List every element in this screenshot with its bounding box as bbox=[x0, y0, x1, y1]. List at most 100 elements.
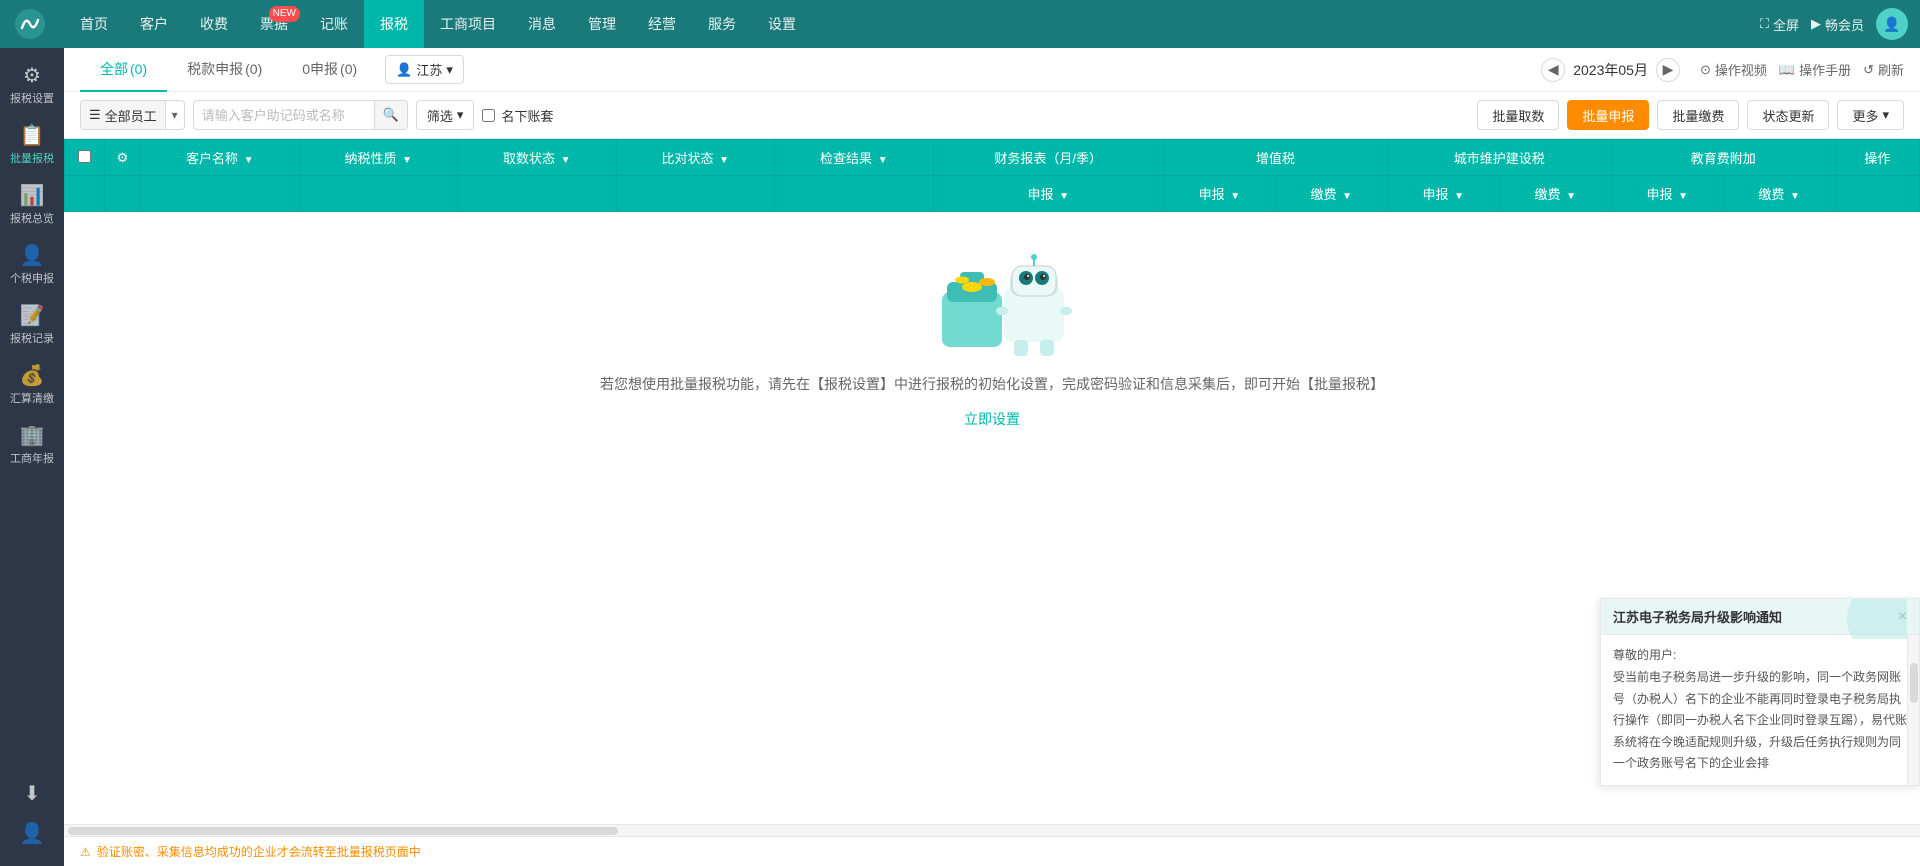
check-sort-icon[interactable]: ▼ bbox=[878, 155, 888, 166]
vat-declare-sort-icon[interactable]: ▼ bbox=[1230, 191, 1240, 202]
manual-link[interactable]: 📖 操作手册 bbox=[1779, 60, 1851, 79]
tab-all[interactable]: 全部 (0) bbox=[80, 48, 167, 92]
select-all-checkbox[interactable] bbox=[78, 150, 91, 163]
toolbar: ☰ 全部员工 ▾ 🔍 筛选 ▾ 名下账套 批量取数 批量申报 批量缴费 状态更新… bbox=[64, 92, 1920, 139]
status-update-btn[interactable]: 状态更新 bbox=[1747, 100, 1829, 130]
member-btn[interactable]: ▶ 畅会员 bbox=[1811, 15, 1864, 34]
refresh-btn[interactable]: ↺ 刷新 bbox=[1863, 60, 1904, 79]
tab-tax-declare[interactable]: 税款申报 (0) bbox=[167, 48, 282, 92]
search-box: 🔍 bbox=[193, 100, 408, 130]
th-operation: 操作 bbox=[1835, 140, 1919, 176]
search-button[interactable]: 🔍 bbox=[374, 101, 407, 129]
new-badge: NEW bbox=[269, 6, 300, 22]
scroll-thumb[interactable] bbox=[68, 827, 618, 835]
prev-month-btn[interactable]: ◀ bbox=[1541, 58, 1565, 82]
th-urban-pay: 缴费 ▼ bbox=[1499, 176, 1611, 212]
notification-scrollbar[interactable] bbox=[1907, 635, 1919, 785]
compare-sort-icon[interactable]: ▼ bbox=[719, 155, 729, 166]
nav-invoice[interactable]: 票据 NEW bbox=[244, 0, 304, 48]
fullscreen-btn[interactable]: ⛶ 全屏 bbox=[1760, 15, 1799, 34]
sidebar-item-annual-report[interactable]: 🏢 工商年报 bbox=[0, 416, 64, 476]
batch-tax-icon: 📋 bbox=[20, 126, 45, 146]
edu-declare-sort-icon[interactable]: ▼ bbox=[1678, 191, 1688, 202]
tax-type-sort-icon[interactable]: ▼ bbox=[402, 155, 412, 166]
account-checkbox[interactable] bbox=[482, 109, 495, 122]
video-link[interactable]: ⊙ 操作视频 bbox=[1700, 60, 1767, 79]
tax-overview-icon: 📊 bbox=[20, 186, 45, 206]
sidebar-item-batch-tax[interactable]: 📋 批量报税 bbox=[0, 116, 64, 176]
fullscreen-icon: ⛶ bbox=[1760, 16, 1769, 32]
batch-pay-btn[interactable]: 批量缴费 bbox=[1657, 100, 1739, 130]
th-urban-tax-group: 城市维护建设税 bbox=[1387, 140, 1611, 176]
vat-pay-sort-icon[interactable]: ▼ bbox=[1342, 191, 1352, 202]
setup-link[interactable]: 立即设置 bbox=[964, 409, 1020, 429]
urban-declare-sort-icon[interactable]: ▼ bbox=[1454, 191, 1464, 202]
top-nav: 首页 客户 收费 票据 NEW 记账 报税 工商项目 消息 管理 经营 服务 设… bbox=[0, 0, 1920, 48]
th-sub-empty4 bbox=[299, 176, 458, 212]
employee-icon: ☰ bbox=[89, 107, 101, 123]
filter-chevron-icon: ▾ bbox=[457, 107, 464, 123]
toolbar-right: 批量取数 批量申报 批量缴费 状态更新 更多 ▾ bbox=[1477, 100, 1904, 130]
refresh-icon: ↺ bbox=[1863, 62, 1874, 78]
nav-message[interactable]: 消息 bbox=[512, 0, 572, 48]
nav-tax[interactable]: 报税 bbox=[364, 0, 424, 48]
employee-label[interactable]: ☰ 全部员工 bbox=[81, 101, 166, 129]
gear-icon[interactable]: ⚙ bbox=[117, 150, 129, 165]
th-sub-empty3 bbox=[141, 176, 300, 212]
nav-operation[interactable]: 经营 bbox=[632, 0, 692, 48]
top-right-actions: ⛶ 全屏 ▶ 畅会员 👤 bbox=[1760, 8, 1908, 40]
th-sub-empty6 bbox=[616, 176, 775, 212]
sidebar-item-settlement[interactable]: 💰 汇算清缴 bbox=[0, 356, 64, 416]
batch-declare-btn[interactable]: 批量申报 bbox=[1567, 100, 1649, 130]
th-urban-declare: 申报 ▼ bbox=[1387, 176, 1499, 212]
th-financial-report-group: 财务报表（月/季） bbox=[933, 140, 1163, 176]
nav-service[interactable]: 服务 bbox=[692, 0, 752, 48]
nav-settings[interactable]: 设置 bbox=[752, 0, 812, 48]
edu-pay-sort-icon[interactable]: ▼ bbox=[1790, 191, 1800, 202]
employee-dropdown-icon[interactable]: ▾ bbox=[166, 101, 184, 129]
nav-biz[interactable]: 工商项目 bbox=[424, 0, 512, 48]
notification-popup: 江苏电子税务局升级影响通知 × 尊敬的用户: 受当前电子税务局进一步升级的影响，… bbox=[1600, 598, 1920, 786]
tax-settings-icon: ⚙ bbox=[23, 66, 41, 86]
next-month-btn[interactable]: ▶ bbox=[1656, 58, 1680, 82]
fetch-sort-icon[interactable]: ▼ bbox=[561, 155, 571, 166]
robot-illustration bbox=[932, 252, 1052, 352]
th-vat-group: 增值税 bbox=[1163, 140, 1387, 176]
logo[interactable] bbox=[12, 6, 48, 42]
user-icon: 👤 bbox=[20, 824, 45, 844]
notification-scroll-thumb[interactable] bbox=[1910, 663, 1918, 703]
th-edu-pay: 缴费 ▼ bbox=[1723, 176, 1835, 212]
financial-sort-icon[interactable]: ▼ bbox=[1059, 191, 1069, 202]
tab-zero-declare[interactable]: 0申报 (0) bbox=[282, 48, 377, 92]
th-financial-declare: 申报 ▼ bbox=[933, 176, 1163, 212]
sidebar-item-download[interactable]: ⬇ bbox=[0, 774, 64, 814]
sidebar-item-tax-overview[interactable]: 📊 报税总览 bbox=[0, 176, 64, 236]
employee-filter[interactable]: ☰ 全部员工 ▾ bbox=[80, 100, 185, 130]
region-selector[interactable]: 👤 江苏 ▾ bbox=[385, 55, 464, 84]
th-sub-empty2 bbox=[105, 176, 141, 212]
client-sort-icon[interactable]: ▼ bbox=[244, 155, 254, 166]
sidebar-item-personal-tax[interactable]: 👤 个税申报 bbox=[0, 236, 64, 296]
sidebar-item-tax-records[interactable]: 📝 报税记录 bbox=[0, 296, 64, 356]
filter-button[interactable]: 筛选 ▾ bbox=[416, 100, 475, 130]
th-check-result: 检查结果 ▼ bbox=[775, 140, 934, 176]
nav-client[interactable]: 客户 bbox=[124, 0, 184, 48]
personal-tax-icon: 👤 bbox=[20, 246, 45, 266]
nav-home[interactable]: 首页 bbox=[64, 0, 124, 48]
sidebar-item-tax-settings[interactable]: ⚙ 报税设置 bbox=[0, 56, 64, 116]
horizontal-scrollbar[interactable] bbox=[64, 824, 1920, 836]
nav-manage[interactable]: 管理 bbox=[572, 0, 632, 48]
nav-fee[interactable]: 收费 bbox=[184, 0, 244, 48]
more-btn[interactable]: 更多 ▾ bbox=[1837, 100, 1904, 130]
empty-state-cell: 若您想使用批量报税功能，请先在【报税设置】中进行报税的初始化设置，完成密码验证和… bbox=[65, 212, 1920, 470]
avatar[interactable]: 👤 bbox=[1876, 8, 1908, 40]
sidebar-item-user[interactable]: 👤 bbox=[0, 814, 64, 854]
th-gear: ⚙ bbox=[105, 140, 141, 176]
notification-body: 尊敬的用户: 受当前电子税务局进一步升级的影响，同一个政务网账号（办税人）名下的… bbox=[1601, 635, 1919, 785]
batch-fetch-btn[interactable]: 批量取数 bbox=[1477, 100, 1559, 130]
search-input[interactable] bbox=[194, 108, 374, 123]
account-checkbox-label[interactable]: 名下账套 bbox=[482, 106, 553, 125]
notification-content-wrap: 尊敬的用户: 受当前电子税务局进一步升级的影响，同一个政务网账号（办税人）名下的… bbox=[1601, 635, 1919, 785]
nav-bookkeeping[interactable]: 记账 bbox=[304, 0, 364, 48]
urban-pay-sort-icon[interactable]: ▼ bbox=[1566, 191, 1576, 202]
